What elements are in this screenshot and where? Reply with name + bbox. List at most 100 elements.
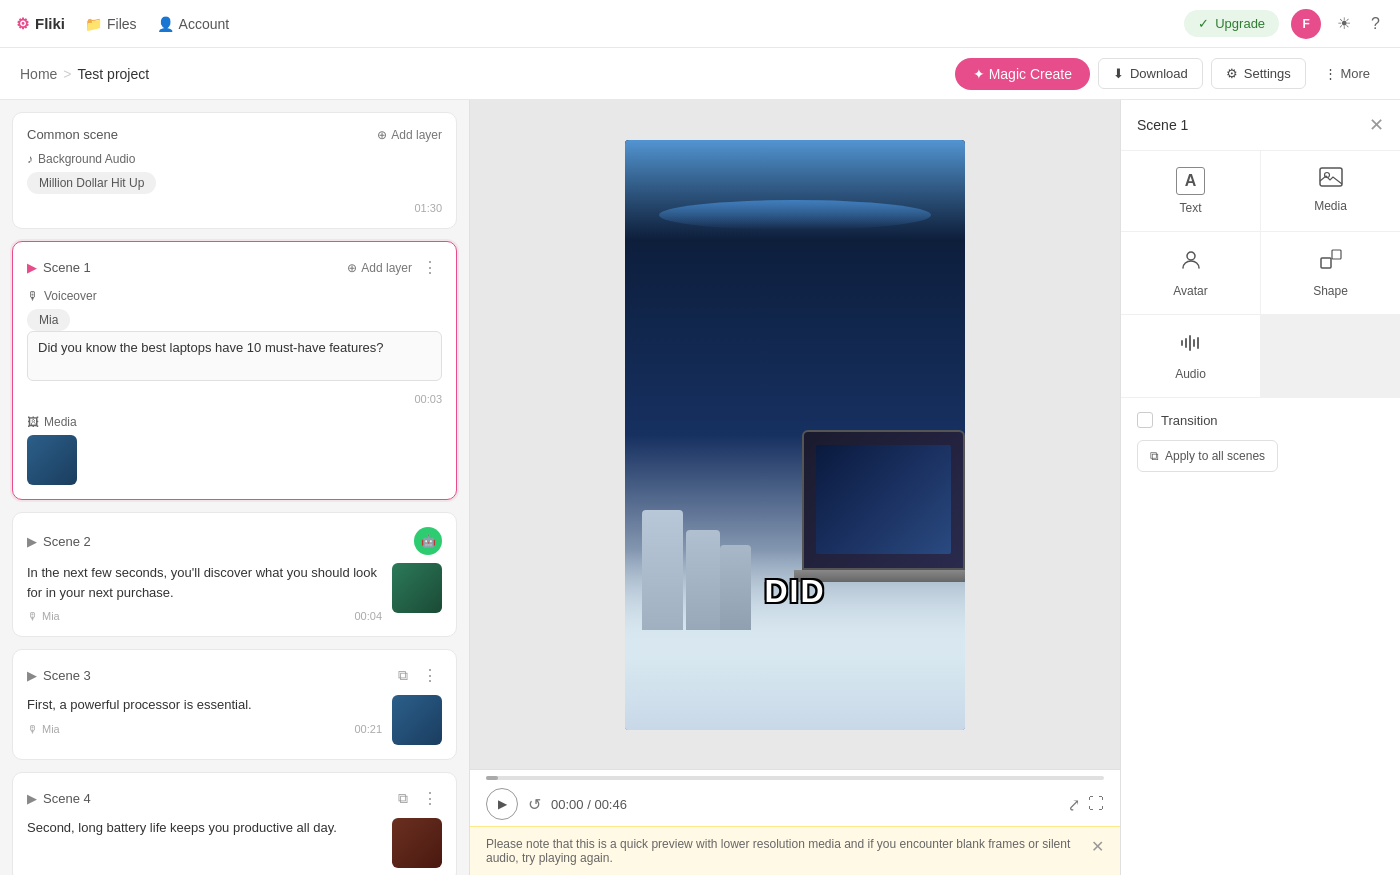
more-dots-icon: ⋮ [1324,66,1337,81]
tool-shape[interactable]: Shape [1261,232,1400,314]
tool-avatar[interactable]: Avatar [1121,232,1260,314]
tool-text[interactable]: A Text [1121,151,1260,231]
breadcrumb-actions: ✦ Magic Create ⬇ Download ⚙ Settings ⋮ M… [955,58,1380,90]
download-button[interactable]: ⬇ Download [1098,58,1203,89]
time-total: 00:46 [594,797,627,812]
scene1-text-input[interactable]: Did you know the best laptops have 10 mu… [27,331,442,381]
scene3-icons: ⧉ ⋮ [394,664,442,687]
svg-rect-0 [1320,168,1342,186]
right-panel-header: Scene 1 ✕ [1121,100,1400,151]
play-button[interactable]: ▶ [486,788,518,820]
notice-text: Please note that this is a quick preview… [486,837,1081,865]
user-avatar[interactable]: F [1291,9,1321,39]
scene3-more-btn[interactable]: ⋮ [418,664,442,687]
text-tool-icon: A [1176,167,1206,195]
center-area: DID ▶ ↺ 00:00 / 00:46 ⤤ [470,100,1120,875]
scene1-header: ▶ Scene 1 ⊕ Add layer ⋮ [27,256,442,279]
scene3-content: First, a powerful processor is essential… [27,695,442,745]
display-stand-1 [642,510,683,630]
replay-button[interactable]: ↺ [528,795,541,814]
controls-right: ⤤ ⛶ [1067,795,1104,814]
tool-media[interactable]: Media [1261,151,1400,231]
scene2-icons: 🤖 [414,527,442,555]
breadcrumb-home[interactable]: Home [20,66,57,82]
share-button[interactable]: ⤤ [1067,795,1080,814]
add-layer-circle-icon: ⊕ [377,128,387,142]
apply-all-scenes-button[interactable]: ⧉ Apply to all scenes [1137,440,1278,472]
tool-audio[interactable]: Audio [1121,315,1260,397]
help-button[interactable]: ? [1367,11,1384,37]
scene4-more-btn[interactable]: ⋮ [418,787,442,810]
more-label: More [1340,66,1370,81]
upgrade-button[interactable]: ✓ Upgrade [1184,10,1279,37]
music-note-icon: ♪ [27,152,33,166]
scene2-title: ▶ Scene 2 [27,534,91,549]
media-tool-label: Media [1314,199,1347,213]
scene4-text-wrap: Second, long battery life keeps you prod… [27,818,382,838]
magic-create-label: ✦ Magic Create [973,66,1072,82]
settings-button[interactable]: ⚙ Settings [1211,58,1306,89]
download-label: Download [1130,66,1188,81]
logo-icon: ⚙ [16,15,29,33]
scene1-title: ▶ Scene 1 [27,260,91,275]
scene3-copy-btn[interactable]: ⧉ [394,665,412,686]
scene4-label: Scene 4 [43,791,91,806]
controls-left: ▶ ↺ 00:00 / 00:46 [486,788,627,820]
scene4-icons: ⧉ ⋮ [394,787,442,810]
scene4-card[interactable]: ▶ Scene 4 ⧉ ⋮ Second, long battery life … [12,772,457,875]
svg-point-2 [1187,252,1195,260]
shape-tool-label: Shape [1313,284,1348,298]
breadcrumb: Home > Test project [20,66,149,82]
account-icon: 👤 [157,16,174,32]
controls-row: ▶ ↺ 00:00 / 00:46 ⤤ ⛶ [486,788,1104,820]
audio-tag[interactable]: Million Dollar Hit Up [27,172,156,194]
common-scene-header: Common scene ⊕ Add layer [27,127,442,142]
scene1-add-layer-button[interactable]: ⊕ Add layer [347,261,412,275]
scene1-media-section: 🖼 Media [27,415,442,485]
svg-rect-3 [1321,258,1331,268]
laptop-right [802,430,965,650]
scene1-block[interactable]: ▶ Scene 1 ⊕ Add layer ⋮ 🎙 Voiceover Mia … [12,241,457,500]
scene3-title: ▶ Scene 3 [27,668,91,683]
theme-toggle-button[interactable]: ☀ [1333,10,1355,37]
avatar-tool-label: Avatar [1173,284,1207,298]
scene2-label: Scene 2 [43,534,91,549]
scene1-more-button[interactable]: ⋮ [418,256,442,279]
more-button[interactable]: ⋮ More [1314,59,1380,88]
upgrade-check-icon: ✓ [1198,16,1209,31]
scene1-media-thumb[interactable] [27,435,77,485]
common-add-layer-button[interactable]: ⊕ Add layer [377,128,442,142]
notice-close-button[interactable]: ✕ [1091,837,1104,856]
magic-create-button[interactable]: ✦ Magic Create [955,58,1090,90]
scene2-header: ▶ Scene 2 🤖 [27,527,442,555]
video-preview: DID [625,140,965,730]
scene4-header: ▶ Scene 4 ⧉ ⋮ [27,787,442,810]
scene1-thumb-img [27,435,77,485]
nav-account[interactable]: 👤 Account [157,16,230,32]
arc-light [659,200,931,230]
voiceover-icon: 🎙 [27,289,39,303]
scene3-header: ▶ Scene 3 ⧉ ⋮ [27,664,442,687]
nav-files[interactable]: 📁 Files [85,16,137,32]
scene1-actions: ⊕ Add layer ⋮ [347,256,442,279]
app-logo[interactable]: ⚙ Fliki [16,15,65,33]
right-panel: Scene 1 ✕ A Text Media [1120,100,1400,875]
scene2-voice: 🎙 Mia [27,610,60,622]
apply-all-label: Apply to all scenes [1165,449,1265,463]
files-label: Files [107,16,137,32]
right-panel-close-button[interactable]: ✕ [1369,114,1384,136]
scene4-copy-btn[interactable]: ⧉ [394,788,412,809]
common-scene-block: Common scene ⊕ Add layer ♪ Background Au… [12,112,457,229]
transition-checkbox[interactable] [1137,412,1153,428]
laptop-screen [802,430,965,570]
scene2-card[interactable]: ▶ Scene 2 🤖 In the next few seconds, you… [12,512,457,637]
tools-grid: A Text Media [1121,151,1400,398]
breadcrumb-separator: > [63,66,71,82]
scene4-thumb [392,818,442,868]
scene3-mic-icon: 🎙 [27,723,38,735]
voice-tag[interactable]: Mia [27,309,70,331]
scene3-label: Scene 3 [43,668,91,683]
fullscreen-button[interactable]: ⛶ [1088,795,1104,813]
scene3-card[interactable]: ▶ Scene 3 ⧉ ⋮ First, a powerful processo… [12,649,457,760]
progress-bar[interactable] [486,776,1104,780]
